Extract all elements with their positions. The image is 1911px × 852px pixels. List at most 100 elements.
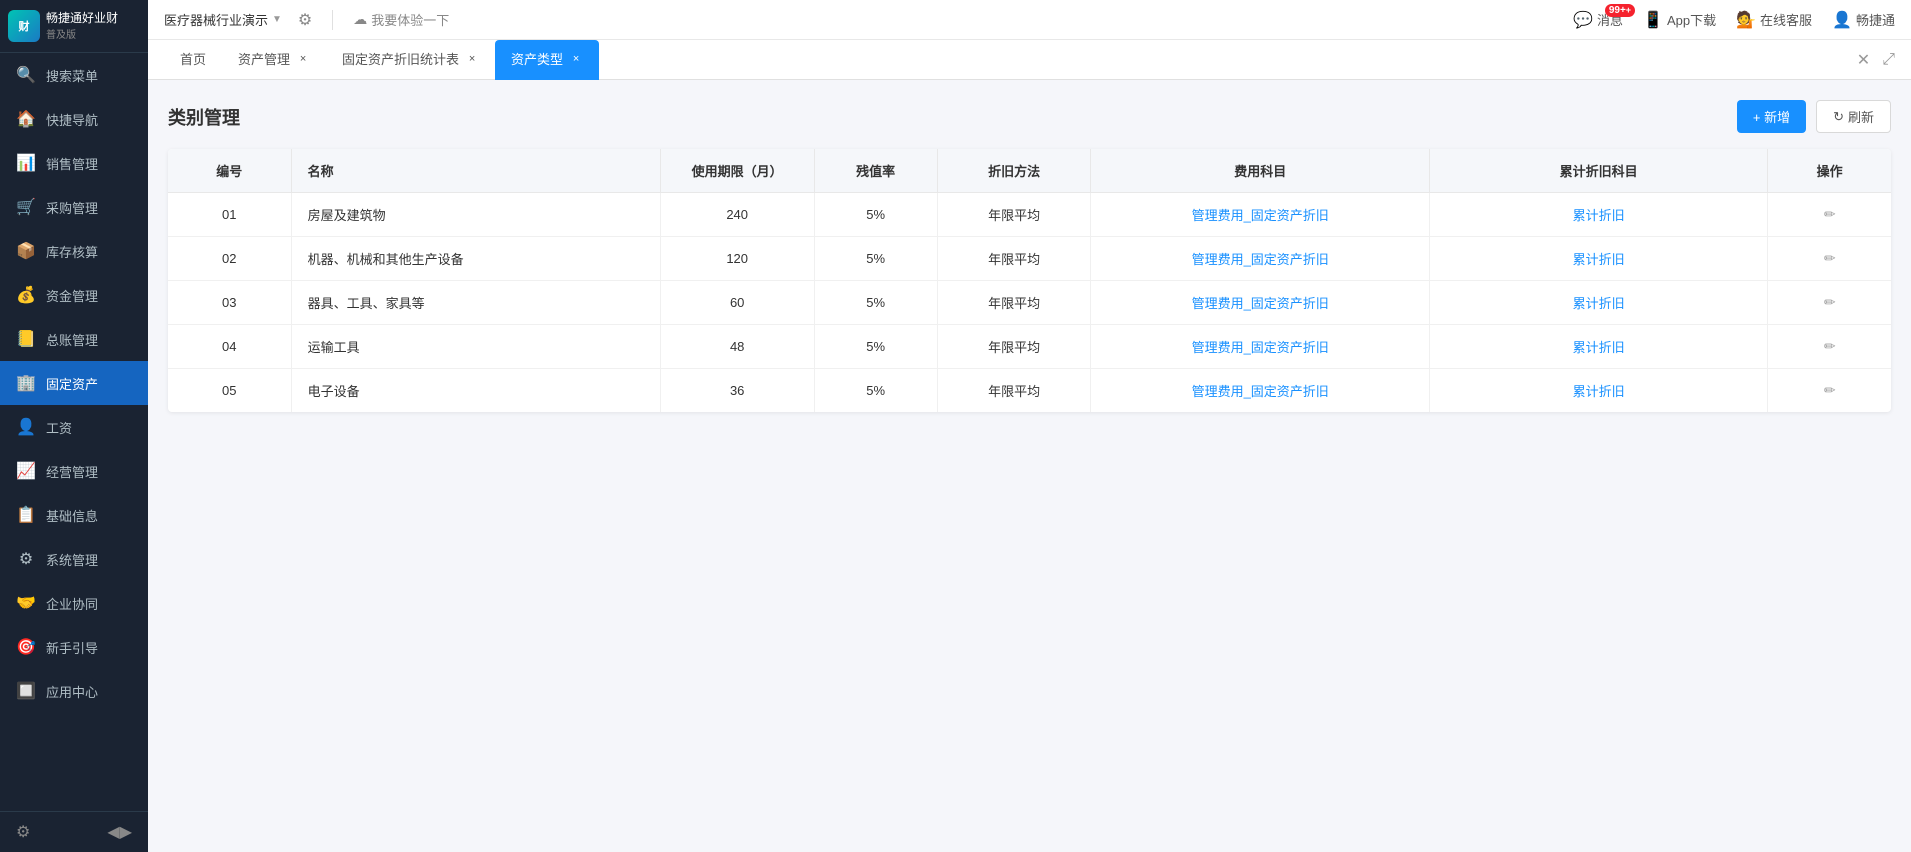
service-icon: 💁 (1736, 10, 1756, 30)
message-badge: 99++ (1605, 4, 1635, 17)
sidebar-item-search[interactable]: 🔍 搜索菜单 (0, 53, 148, 97)
cell-expense: 管理费用_固定资产折旧 (1091, 193, 1429, 237)
tab-asset-type[interactable]: 资产类型 × (495, 40, 599, 80)
sidebar-item-label: 资金管理 (46, 286, 98, 305)
cell-expense: 管理费用_固定资产折旧 (1091, 325, 1429, 369)
tab-asset-mgmt-close[interactable]: × (296, 52, 310, 66)
purchase-icon: 🛒 (16, 197, 36, 217)
cell-accumulated: 累计折旧 (1429, 237, 1767, 281)
cell-name: 电子设备 (291, 369, 660, 413)
cell-name: 房屋及建筑物 (291, 193, 660, 237)
sidebar-item-purchase[interactable]: 🛒 采购管理 (0, 185, 148, 229)
sidebar-item-label: 库存核算 (46, 242, 98, 261)
tab-home[interactable]: 首页 (164, 40, 222, 80)
sidebar-item-ledger[interactable]: 📒 总账管理 (0, 317, 148, 361)
table-row: 02 机器、机械和其他生产设备 120 5% 年限平均 管理费用_固定资产折旧 … (168, 237, 1891, 281)
user-avatar-icon: 👤 (1832, 10, 1852, 30)
company-dropdown-icon: ▼ (272, 14, 282, 25)
cell-code: 04 (168, 325, 291, 369)
cell-action: ✏ (1768, 237, 1891, 281)
cell-accumulated: 累计折旧 (1429, 369, 1767, 413)
col-header-accumulated: 累计折旧科目 (1429, 149, 1767, 193)
message-action[interactable]: 💬 消息 99++ (1573, 10, 1623, 30)
sidebar-item-label: 快捷导航 (46, 110, 98, 129)
cloud-icon: ☁ (353, 11, 367, 28)
sidebar-item-app-center[interactable]: 🔲 应用中心 (0, 669, 148, 713)
cell-code: 05 (168, 369, 291, 413)
user-action[interactable]: 👤 畅捷通 (1832, 10, 1895, 30)
cell-accumulated: 累计折旧 (1429, 325, 1767, 369)
main-area: 医疗器械行业演示 ▼ ⚙ ☁ 我要体验一下 💬 消息 99++ 📱 App下载 … (148, 0, 1911, 852)
tab-fixed-asset-report[interactable]: 固定资产折旧统计表 × (326, 40, 495, 80)
app-download-action[interactable]: 📱 App下载 (1643, 10, 1716, 30)
sidebar-item-payroll[interactable]: 👤 工资 (0, 405, 148, 449)
sidebar-item-enterprise[interactable]: 🤝 企业协同 (0, 581, 148, 625)
cell-period: 36 (660, 369, 814, 413)
sidebar-item-basic-info[interactable]: 📋 基础信息 (0, 493, 148, 537)
new-button[interactable]: + 新增 (1737, 100, 1806, 133)
sidebar-item-inventory[interactable]: 📦 库存核算 (0, 229, 148, 273)
table-row: 03 器具、工具、家具等 60 5% 年限平均 管理费用_固定资产折旧 累计折旧… (168, 281, 1891, 325)
sidebar-item-label: 基础信息 (46, 506, 98, 525)
topbar-right: 💬 消息 99++ 📱 App下载 💁 在线客服 👤 畅捷通 (1573, 10, 1895, 30)
sidebar-item-label: 搜索菜单 (46, 66, 98, 85)
tabs-bar: 首页 资产管理 × 固定资产折旧统计表 × 资产类型 × ✕ ⤢ (148, 40, 1911, 80)
sidebar-item-label: 企业协同 (46, 594, 98, 613)
sidebar-item-label: 经营管理 (46, 462, 98, 481)
tab-asset-mgmt-label: 资产管理 (238, 49, 290, 68)
edit-button[interactable]: ✏ (1824, 206, 1836, 222)
sidebar-scroll: 🔍 搜索菜单 🏠 快捷导航 📊 销售管理 🛒 采购管理 📦 库存核算 💰 资金管… (0, 53, 148, 811)
basic-info-icon: 📋 (16, 505, 36, 525)
refresh-label: 刷新 (1848, 107, 1874, 126)
refresh-button[interactable]: ↻ 刷新 (1816, 100, 1891, 133)
app-name: 畅捷通好业财 (46, 11, 118, 27)
sidebar-item-guide[interactable]: 🎯 新手引导 (0, 625, 148, 669)
enterprise-icon: 🤝 (16, 593, 36, 613)
cell-residual: 5% (814, 237, 937, 281)
settings-icon[interactable]: ⚙ (298, 10, 312, 30)
tab-asset-type-close[interactable]: × (569, 52, 583, 66)
online-service-action[interactable]: 💁 在线客服 (1736, 10, 1812, 30)
app-center-icon: 🔲 (16, 681, 36, 701)
payroll-icon: 👤 (16, 417, 36, 437)
sidebar-item-system[interactable]: ⚙ 系统管理 (0, 537, 148, 581)
cell-code: 03 (168, 281, 291, 325)
app-download-label: App下载 (1667, 10, 1716, 29)
user-label: 畅捷通 (1856, 10, 1895, 29)
topbar: 医疗器械行业演示 ▼ ⚙ ☁ 我要体验一下 💬 消息 99++ 📱 App下载 … (148, 0, 1911, 40)
settings-bottom-icon[interactable]: ⚙ (16, 822, 30, 842)
edit-button[interactable]: ✏ (1824, 338, 1836, 354)
ledger-icon: 📒 (16, 329, 36, 349)
experience-label: 我要体验一下 (371, 10, 449, 29)
table-row: 05 电子设备 36 5% 年限平均 管理费用_固定资产折旧 累计折旧 ✏ (168, 369, 1891, 413)
tab-fixed-asset-report-close[interactable]: × (465, 52, 479, 66)
guide-icon: 🎯 (16, 637, 36, 657)
sidebar-item-label: 应用中心 (46, 682, 98, 701)
cell-action: ✏ (1768, 281, 1891, 325)
cell-period: 48 (660, 325, 814, 369)
table-row: 01 房屋及建筑物 240 5% 年限平均 管理费用_固定资产折旧 累计折旧 ✏ (168, 193, 1891, 237)
sidebar-item-funds[interactable]: 💰 资金管理 (0, 273, 148, 317)
cell-residual: 5% (814, 281, 937, 325)
sidebar-item-label: 总账管理 (46, 330, 98, 349)
company-selector[interactable]: 医疗器械行业演示 ▼ (164, 10, 282, 29)
maximize-window-btn[interactable]: ⤢ (1882, 51, 1895, 69)
close-window-btn[interactable]: ✕ (1857, 50, 1870, 70)
edit-button[interactable]: ✏ (1824, 250, 1836, 266)
cell-accumulated: 累计折旧 (1429, 193, 1767, 237)
funds-icon: 💰 (16, 285, 36, 305)
download-icon: 📱 (1643, 10, 1663, 30)
sidebar-item-quick-nav[interactable]: 🏠 快捷导航 (0, 97, 148, 141)
collapse-icon[interactable]: ◀▶ (107, 822, 132, 842)
sidebar-item-fixed-assets[interactable]: 🏢 固定资产 (0, 361, 148, 405)
tab-asset-mgmt[interactable]: 资产管理 × (222, 40, 326, 80)
cell-residual: 5% (814, 369, 937, 413)
edit-button[interactable]: ✏ (1824, 294, 1836, 310)
sidebar-item-operations[interactable]: 📈 经营管理 (0, 449, 148, 493)
cell-period: 240 (660, 193, 814, 237)
edit-button[interactable]: ✏ (1824, 382, 1836, 398)
tab-fixed-asset-report-label: 固定资产折旧统计表 (342, 49, 459, 68)
cell-code: 01 (168, 193, 291, 237)
experience-button[interactable]: ☁ 我要体验一下 (353, 10, 449, 29)
sidebar-item-sales[interactable]: 📊 销售管理 (0, 141, 148, 185)
